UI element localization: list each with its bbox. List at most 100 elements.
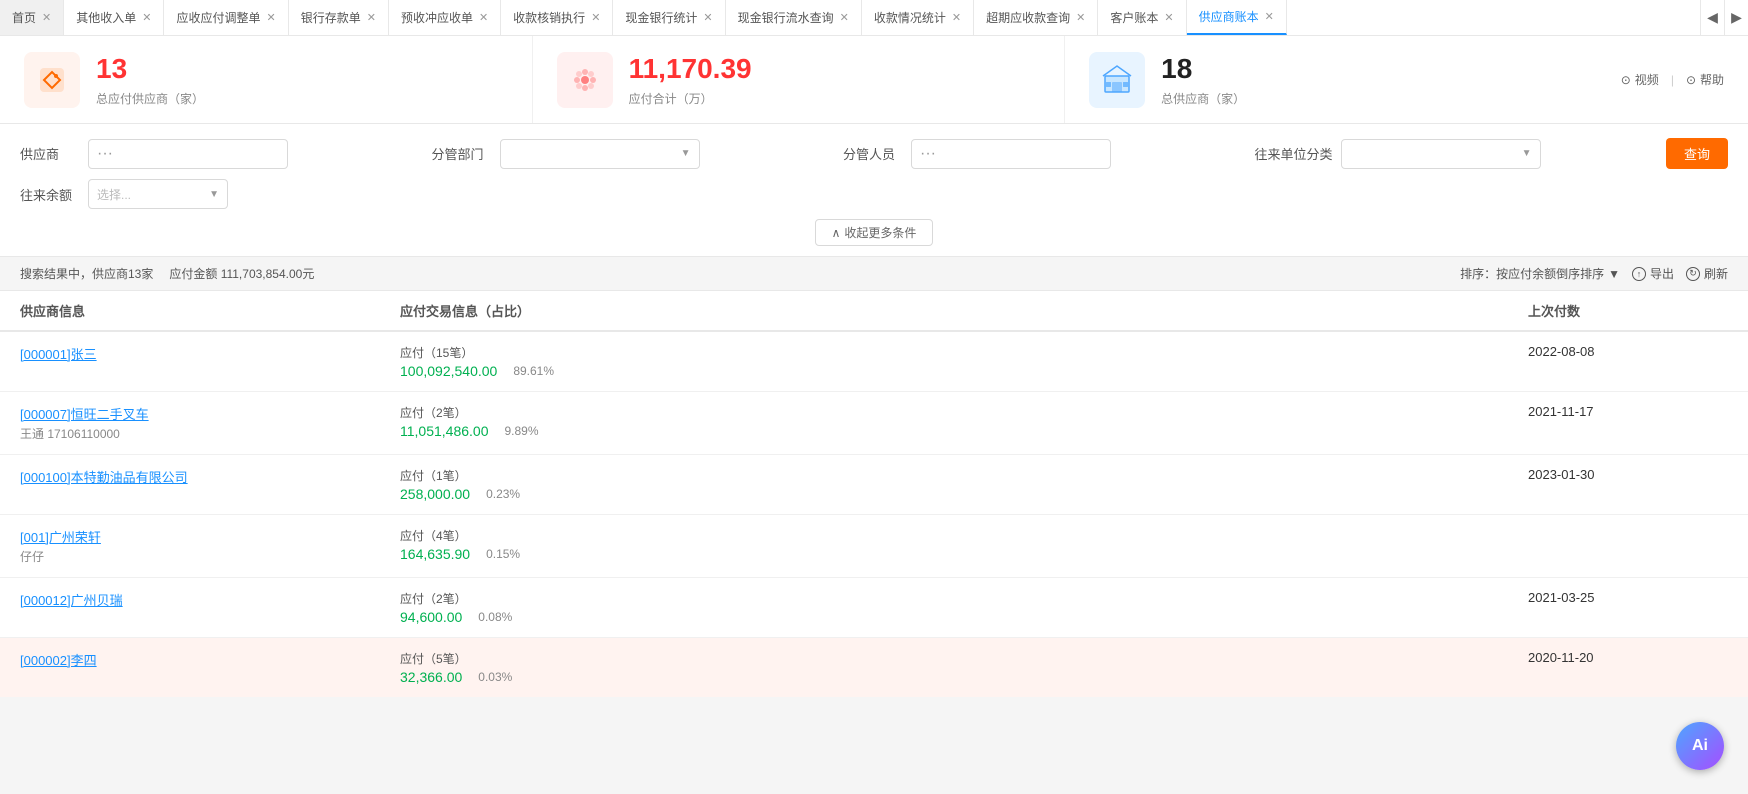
last-pay-date-5: 2020-11-20 <box>1528 650 1594 665</box>
nav-tab-bank-deposit-close[interactable]: ✕ <box>367 11 376 24</box>
supplier-name-link-1[interactable]: [000007]恒旺二手叉车 <box>20 404 400 423</box>
nav-tab-cash-bank-flow[interactable]: 现金银行流水查询 ✕ <box>726 0 862 35</box>
query-button[interactable]: 查询 <box>1666 138 1728 169</box>
balance-filter-label: 往来余额 <box>20 185 80 204</box>
nav-tab-other-income[interactable]: 其他收入单 ✕ <box>64 0 164 35</box>
supplier-name-link-3[interactable]: [001]广州荣轩 <box>20 527 400 546</box>
trade-info-3: 应付（4笔） 164,635.90 0.15% <box>400 527 1528 562</box>
stat-content-total-payable: 11,170.39 应付合计（万） <box>629 52 752 107</box>
trade-amount-5[interactable]: 32,366.00 <box>400 669 462 685</box>
nav-tab-prepay-reconcile[interactable]: 预收冲应收单 ✕ <box>389 0 501 35</box>
last-pay-cell-5: 2020-11-20 <box>1528 650 1728 665</box>
nav-tab-cash-bank-flow-close[interactable]: ✕ <box>840 11 849 24</box>
trade-amount-2[interactable]: 258,000.00 <box>400 486 470 502</box>
help-link[interactable]: ⊙ 帮助 <box>1686 71 1724 88</box>
table-row[interactable]: [001]广州荣轩 仔仔 应付（4笔） 164,635.90 0.15% <box>0 515 1748 578</box>
dept-filter-input[interactable]: ▼ <box>500 139 700 169</box>
nav-tab-overdue-query[interactable]: 超期应收款查询 ✕ <box>974 0 1098 35</box>
nav-arrow-right[interactable]: ▶ <box>1724 0 1748 36</box>
table-row[interactable]: [000100]本特勤油品有限公司 应付（1笔） 258,000.00 0.23… <box>0 455 1748 515</box>
nav-tab-ap-adjust-close[interactable]: ✕ <box>266 11 275 24</box>
trade-info-1: 应付（2笔） 11,051,486.00 9.89% <box>400 404 1528 439</box>
nav-arrow-left[interactable]: ◀ <box>1700 0 1724 36</box>
last-pay-cell-4: 2021-03-25 <box>1528 590 1728 605</box>
nav-tab-supplier-account-label: 供应商账本 <box>1199 8 1259 25</box>
col-header-last-pay: 上次付数 <box>1528 301 1728 320</box>
refresh-label: 刷新 <box>1704 265 1728 282</box>
table-row[interactable]: [000007]恒旺二手叉车 王通 17106110000 应付（2笔） 11,… <box>0 392 1748 455</box>
supplier-name-link-2[interactable]: [000100]本特勤油品有限公司 <box>20 467 400 486</box>
export-button[interactable]: ↑ 导出 <box>1632 265 1674 282</box>
video-link[interactable]: ⊙ 视频 <box>1621 71 1659 88</box>
nav-tab-other-income-close[interactable]: ✕ <box>142 11 151 24</box>
stat-icon-tag <box>24 52 80 108</box>
nav-tab-overdue-query-close[interactable]: ✕ <box>1076 11 1085 24</box>
nav-tab-home[interactable]: 首页 ✕ <box>0 0 64 35</box>
last-pay-date-4: 2021-03-25 <box>1528 590 1595 605</box>
trade-label-2: 应付（1笔） <box>400 467 1528 484</box>
nav-tab-supplier-account-close[interactable]: ✕ <box>1265 10 1274 23</box>
trade-amount-4[interactable]: 94,600.00 <box>400 609 462 625</box>
nav-tab-bank-deposit[interactable]: 银行存款单 ✕ <box>289 0 389 35</box>
stat-icon-flower <box>557 52 613 108</box>
trade-label-0: 应付（15笔） <box>400 344 1528 361</box>
ai-button-label: Ai <box>1692 737 1708 755</box>
trade-label-5: 应付（5笔） <box>400 650 1528 667</box>
nav-tab-collect-stats[interactable]: 收款情况统计 ✕ <box>862 0 974 35</box>
supplier-filter-input[interactable] <box>88 139 288 169</box>
supplier-name-link-0[interactable]: [000001]张三 <box>20 344 400 363</box>
ai-button[interactable]: Ai <box>1676 722 1724 770</box>
stat-content-suppliers-owing: 13 总应付供应商（家） <box>96 52 204 107</box>
help-icon: ⊙ <box>1686 73 1696 87</box>
last-pay-cell-2: 2023-01-30 <box>1528 467 1728 482</box>
stat-label-total-payable: 应付合计（万） <box>629 90 752 107</box>
trade-amount-1[interactable]: 11,051,486.00 <box>400 423 489 439</box>
person-filter-input[interactable] <box>911 139 1111 169</box>
last-pay-date-1: 2021-11-17 <box>1528 404 1594 419</box>
unit-class-filter-input[interactable]: ▼ <box>1341 139 1541 169</box>
nav-tab-home-label: 首页 <box>12 9 36 26</box>
balance-filter-input[interactable]: 选择... ▼ <box>88 179 228 209</box>
trade-label-3: 应付（4笔） <box>400 527 1528 544</box>
sort-selector[interactable]: 排序：按应付余额倒序排序 ▼ <box>1460 265 1620 282</box>
refresh-button[interactable]: ↻ 刷新 <box>1686 265 1728 282</box>
trade-pct-1: 9.89% <box>505 424 539 438</box>
trade-row-5: 32,366.00 0.03% <box>400 669 1528 685</box>
trade-info-0: 应付（15笔） 100,092,540.00 89.61% <box>400 344 1528 379</box>
nav-tab-cash-bank-stats-label: 现金银行统计 <box>625 9 697 26</box>
dept-filter-label: 分管部门 <box>432 144 492 163</box>
nav-tab-prepay-reconcile-close[interactable]: ✕ <box>479 11 488 24</box>
table-header: 供应商信息 应付交易信息（占比） 上次付数 <box>0 291 1748 332</box>
nav-tab-collect-stats-label: 收款情况统计 <box>874 9 946 26</box>
nav-tab-home-close[interactable]: ✕ <box>42 11 51 24</box>
supplier-name-link-4[interactable]: [000012]广州贝瑞 <box>20 590 400 609</box>
nav-tab-cash-bank-stats-close[interactable]: ✕ <box>703 11 712 24</box>
nav-tab-cash-bank-stats[interactable]: 现金银行统计 ✕ <box>613 0 725 35</box>
nav-tab-supplier-account[interactable]: 供应商账本 ✕ <box>1187 0 1287 35</box>
nav-tab-collect-exec-close[interactable]: ✕ <box>591 11 600 24</box>
table-row[interactable]: [000002]李四 应付（5笔） 32,366.00 0.03% 2020-1… <box>0 638 1748 697</box>
nav-tab-customer-account-close[interactable]: ✕ <box>1164 11 1173 24</box>
collapse-button[interactable]: ∧ 收起更多条件 <box>815 219 934 246</box>
nav-tab-collect-exec[interactable]: 收款核销执行 ✕ <box>501 0 613 35</box>
trade-pct-3: 0.15% <box>486 547 520 561</box>
table-row[interactable]: [000001]张三 应付（15笔） 100,092,540.00 89.61%… <box>0 332 1748 392</box>
trade-amount-3[interactable]: 164,635.90 <box>400 546 470 562</box>
trade-cell-0: 应付（15笔） 100,092,540.00 89.61% <box>400 344 1528 379</box>
table-row[interactable]: [000012]广州贝瑞 应付（2笔） 94,600.00 0.08% 2021… <box>0 578 1748 638</box>
trade-cell-1: 应付（2笔） 11,051,486.00 9.89% <box>400 404 1528 439</box>
export-icon: ↑ <box>1632 267 1646 281</box>
trade-cell-3: 应付（4笔） 164,635.90 0.15% <box>400 527 1528 562</box>
nav-tab-collect-stats-close[interactable]: ✕ <box>952 11 961 24</box>
trade-amount-0[interactable]: 100,092,540.00 <box>400 363 497 379</box>
supplier-cell-2: [000100]本特勤油品有限公司 <box>20 467 400 486</box>
balance-dropdown-icon: ▼ <box>209 189 219 200</box>
unit-class-filter-label: 往来单位分类 <box>1255 144 1333 163</box>
supplier-name-link-5[interactable]: [000002]李四 <box>20 650 400 669</box>
nav-tab-cash-bank-flow-label: 现金银行流水查询 <box>738 9 834 26</box>
filter-item-unit-class: 往来单位分类 ▼ <box>1255 139 1643 169</box>
stat-card-suppliers-owing: 13 总应付供应商（家） <box>0 36 533 123</box>
filter-row-1: 供应商 分管部门 ▼ 分管人员 往来单位分类 ▼ 查询 <box>20 138 1728 169</box>
nav-tab-ap-adjust[interactable]: 应收应付调整单 ✕ <box>164 0 288 35</box>
nav-tab-customer-account[interactable]: 客户账本 ✕ <box>1098 0 1186 35</box>
